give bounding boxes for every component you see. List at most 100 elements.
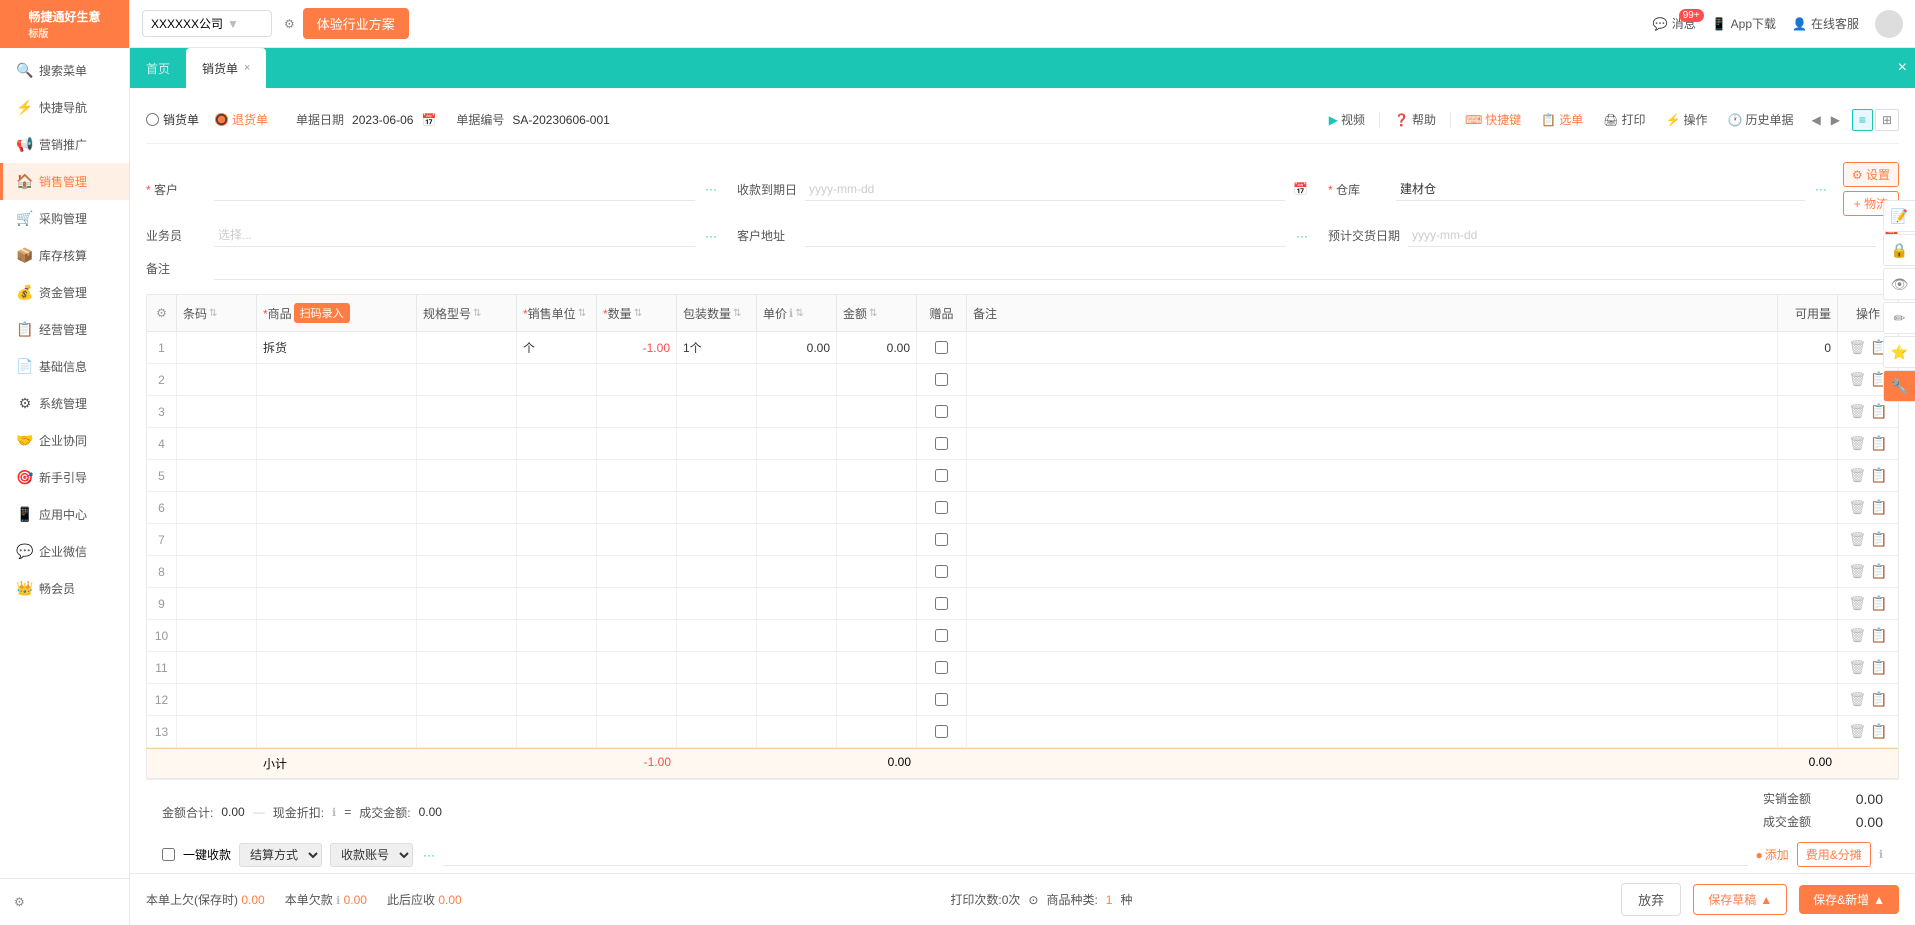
trial-btn[interactable]: 体验行业方案 bbox=[303, 8, 409, 39]
float-action-btn[interactable]: 🔧 bbox=[1883, 370, 1915, 402]
th-pkgqty-sort[interactable]: ⇅ bbox=[733, 308, 741, 319]
copy-icon[interactable]: 📋 bbox=[1870, 659, 1887, 676]
notes-input[interactable] bbox=[214, 257, 1899, 280]
td-barcode-1[interactable] bbox=[177, 332, 257, 363]
td-qty-1[interactable]: -1.00 bbox=[597, 332, 677, 363]
sidebar-settings-btn[interactable]: ⚙ bbox=[0, 887, 129, 917]
delete-icon[interactable]: 🗑 bbox=[1848, 563, 1866, 580]
delete-icon[interactable]: 🗑 bbox=[1848, 371, 1866, 388]
th-barcode-sort[interactable]: ⇅ bbox=[209, 308, 217, 319]
float-star-btn[interactable]: ⭐ bbox=[1883, 336, 1915, 368]
price-info-icon[interactable]: ℹ bbox=[789, 307, 793, 320]
fee-btn[interactable]: 费用&分摊 bbox=[1797, 842, 1871, 867]
delete-icon-1[interactable]: 🗑 bbox=[1848, 339, 1866, 356]
th-qty-sort[interactable]: ⇅ bbox=[634, 308, 642, 319]
customer-input[interactable] bbox=[214, 178, 695, 201]
sidebar-item-basic-info[interactable]: 📄 基础信息 bbox=[0, 348, 129, 385]
td-remark-1[interactable] bbox=[967, 332, 1778, 363]
payment-date-input[interactable] bbox=[805, 178, 1285, 201]
app-download-btn[interactable]: 📱 App下载 bbox=[1712, 15, 1776, 32]
debt-info-icon[interactable]: ℹ bbox=[336, 895, 340, 907]
discount-info-icon[interactable]: ℹ bbox=[332, 806, 336, 819]
add-payment-btn[interactable]: ● 添加 bbox=[1756, 846, 1789, 863]
float-note-btn[interactable]: 📝 bbox=[1883, 200, 1915, 232]
radio-sale-input[interactable] bbox=[146, 113, 159, 126]
sidebar-item-enterprise[interactable]: 🤝 企业协同 bbox=[0, 422, 129, 459]
td-amount-1[interactable]: 0.00 bbox=[837, 332, 917, 363]
calendar-icon[interactable]: 📅 bbox=[421, 113, 436, 127]
delete-icon[interactable]: 🗑 bbox=[1848, 499, 1866, 516]
delete-icon[interactable]: 🗑 bbox=[1848, 691, 1866, 708]
sidebar-item-marketing[interactable]: 📢 营销推广 bbox=[0, 126, 129, 163]
copy-icon[interactable]: 📋 bbox=[1870, 403, 1887, 420]
operation-btn[interactable]: ⚡ 操作 bbox=[1660, 108, 1714, 131]
video-btn[interactable]: ▶ 视频 bbox=[1323, 108, 1371, 131]
set-btn[interactable]: ⚙ 设置 bbox=[1843, 162, 1899, 187]
gear-icon-header[interactable]: ⚙ bbox=[284, 17, 295, 31]
draft-dropdown-icon[interactable]: ▲ bbox=[1760, 893, 1772, 907]
message-btn[interactable]: 💬 消息 99+ bbox=[1653, 15, 1696, 32]
nav-next[interactable]: ▶ bbox=[1827, 111, 1844, 129]
radio-return-input[interactable] bbox=[215, 113, 228, 126]
copy-icon[interactable]: 📋 bbox=[1870, 563, 1887, 580]
fee-info-icon[interactable]: ℹ bbox=[1879, 848, 1883, 861]
delete-icon[interactable]: 🗑 bbox=[1848, 403, 1866, 420]
select-btn[interactable]: 📋 选单 bbox=[1535, 108, 1589, 131]
delete-icon[interactable]: 🗑 bbox=[1848, 435, 1866, 452]
copy-icon[interactable]: 📋 bbox=[1870, 467, 1887, 484]
copy-icon[interactable]: 📋 bbox=[1870, 595, 1887, 612]
copy-icon[interactable]: 📋 bbox=[1870, 531, 1887, 548]
th-amount-sort[interactable]: ⇅ bbox=[869, 308, 877, 319]
copy-icon[interactable]: 📋 bbox=[1870, 435, 1887, 452]
td-pkgqty-1[interactable]: 1个 bbox=[677, 332, 757, 363]
expected-delivery-input[interactable] bbox=[1408, 224, 1876, 247]
shortcut-btn[interactable]: ⌨ 快捷键 bbox=[1459, 108, 1527, 131]
sidebar-item-wechat[interactable]: 💬 企业微信 bbox=[0, 533, 129, 570]
tab-close-icon[interactable]: × bbox=[244, 62, 250, 74]
radio-sale[interactable]: 销货单 bbox=[146, 111, 199, 128]
delete-icon[interactable]: 🗑 bbox=[1848, 467, 1866, 484]
avatar[interactable] bbox=[1875, 10, 1903, 38]
nav-prev[interactable]: ◀ bbox=[1807, 111, 1824, 129]
warehouse-input[interactable] bbox=[1396, 178, 1805, 201]
th-spec-sort[interactable]: ⇅ bbox=[473, 308, 481, 319]
payment-cal-icon[interactable]: 📅 bbox=[1293, 182, 1308, 196]
sidebar-item-system[interactable]: ⚙ 系统管理 bbox=[0, 385, 129, 422]
tab-bar-close-icon[interactable]: × bbox=[1898, 59, 1907, 77]
help-btn[interactable]: ❓ 帮助 bbox=[1388, 108, 1442, 131]
td-price-1[interactable]: 0.00 bbox=[757, 332, 837, 363]
td-goods-1[interactable]: 拆货 bbox=[257, 332, 417, 363]
salesperson-more-icon[interactable]: ··· bbox=[705, 229, 717, 243]
delete-icon[interactable]: 🗑 bbox=[1848, 627, 1866, 644]
one-click-payment-checkbox[interactable] bbox=[162, 848, 175, 861]
td-gift-1[interactable] bbox=[917, 332, 967, 363]
sidebar-item-operation[interactable]: 📋 经营管理 bbox=[0, 311, 129, 348]
payment-amount-input[interactable] bbox=[443, 843, 1748, 866]
save-new-dropdown-icon[interactable]: ▲ bbox=[1873, 893, 1885, 907]
th-unit-sort[interactable]: ⇅ bbox=[578, 308, 586, 319]
payment-method-select[interactable]: 结算方式 bbox=[239, 843, 322, 867]
float-lock-btn[interactable]: 🔒 bbox=[1883, 234, 1915, 266]
online-service-btn[interactable]: 👤 在线客服 bbox=[1792, 15, 1859, 32]
sidebar-item-sales[interactable]: 🏠 销售管理 bbox=[0, 163, 129, 200]
td-spec-1[interactable] bbox=[417, 332, 517, 363]
delete-icon[interactable]: 🗑 bbox=[1848, 659, 1866, 676]
tab-home[interactable]: 首页 bbox=[130, 48, 186, 88]
copy-icon[interactable]: 📋 bbox=[1870, 691, 1887, 708]
tab-sale-order[interactable]: 销货单 × bbox=[186, 48, 266, 88]
discard-btn[interactable]: 放弃 bbox=[1621, 883, 1681, 916]
save-new-btn[interactable]: 保存&新增 ▲ bbox=[1799, 885, 1899, 914]
warehouse-more-icon[interactable]: ··· bbox=[1815, 182, 1827, 196]
copy-icon[interactable]: 📋 bbox=[1870, 723, 1887, 740]
history-btn[interactable]: 🕐 历史单据 bbox=[1721, 108, 1799, 131]
float-eye-btn[interactable]: 👁 bbox=[1883, 268, 1915, 300]
scan-btn[interactable]: 扫码录入 bbox=[294, 303, 350, 323]
float-edit-btn[interactable]: ✏ bbox=[1883, 302, 1915, 334]
th-price-sort[interactable]: ⇅ bbox=[795, 308, 803, 319]
sidebar-item-finance[interactable]: 💰 资金管理 bbox=[0, 274, 129, 311]
payment-account-select[interactable]: 收款账号 bbox=[330, 843, 413, 867]
customer-addr-more-icon[interactable]: ··· bbox=[1296, 229, 1308, 243]
sidebar-item-guide[interactable]: 🎯 新手引导 bbox=[0, 459, 129, 496]
draft-btn[interactable]: 保存草稿 ▲ bbox=[1693, 884, 1787, 915]
sidebar-item-app-center[interactable]: 📱 应用中心 bbox=[0, 496, 129, 533]
